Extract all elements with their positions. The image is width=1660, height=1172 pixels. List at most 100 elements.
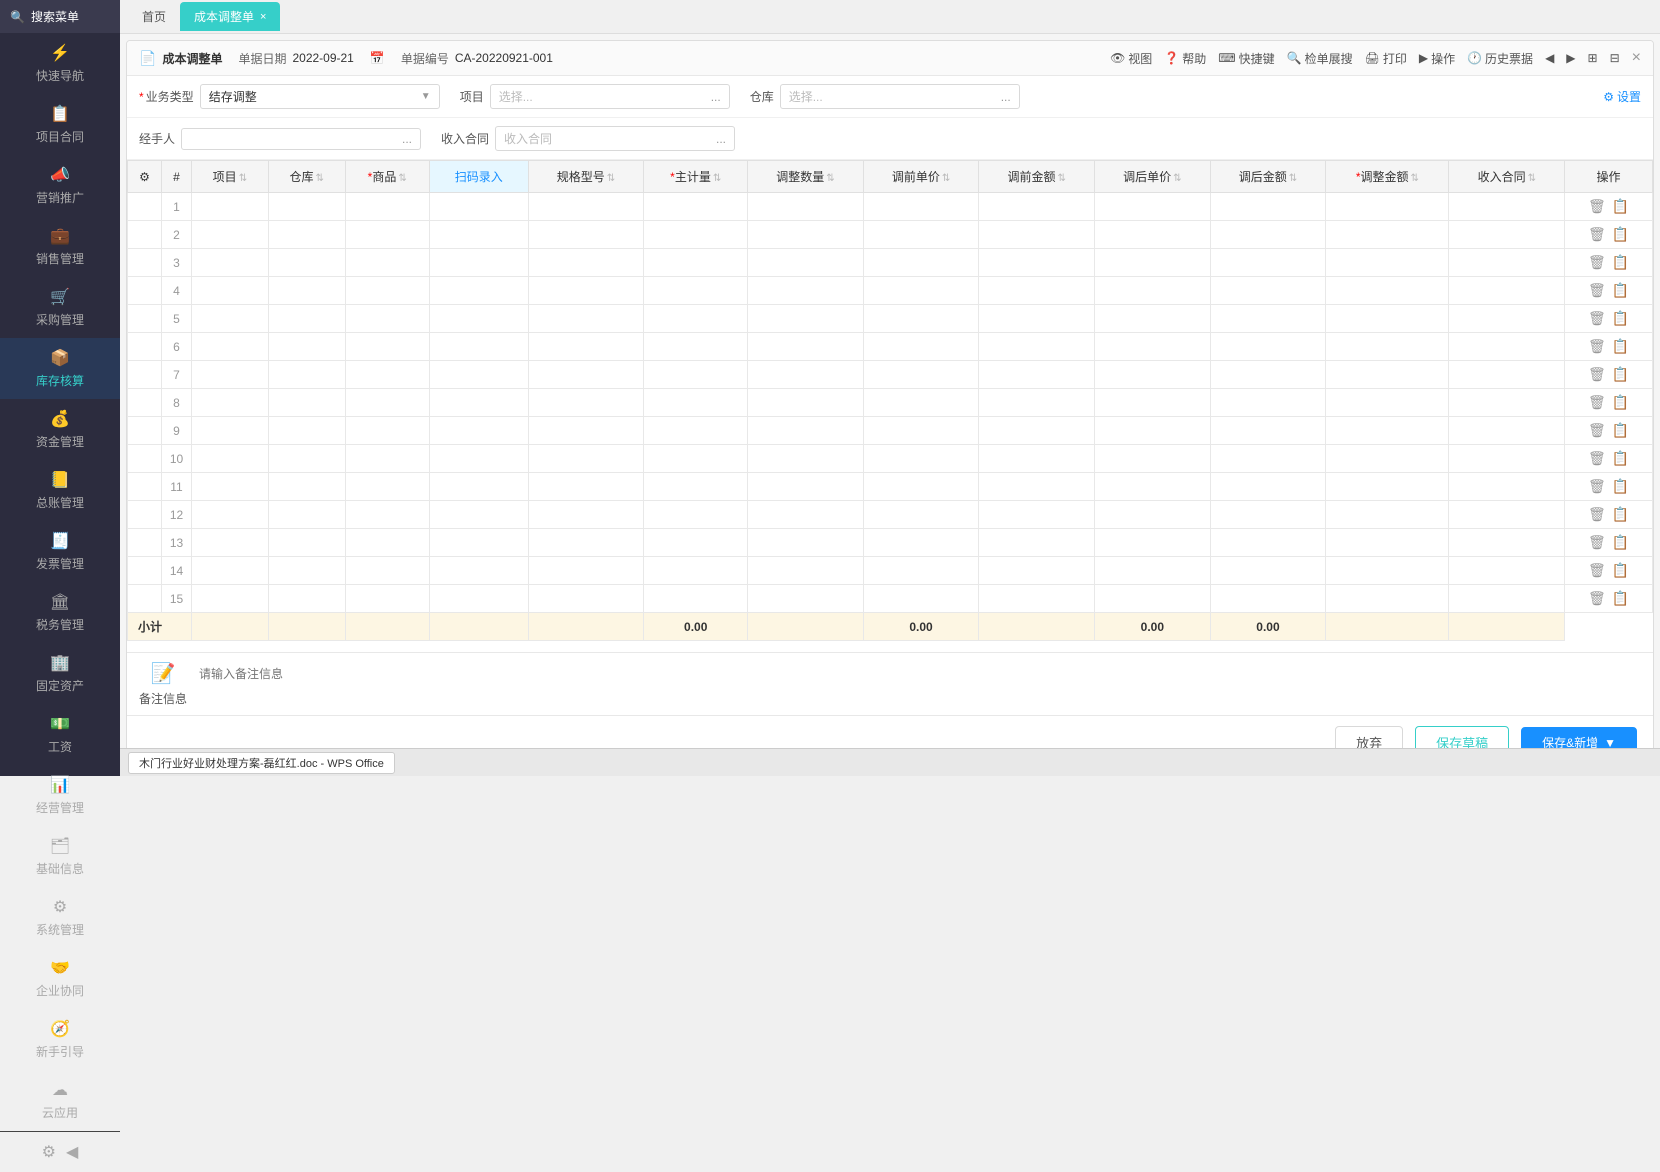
income-contract-input[interactable]: 收入合同 ... [495, 126, 735, 151]
table-cell[interactable] [429, 585, 528, 613]
table-cell[interactable] [979, 249, 1095, 277]
copy-icon[interactable]: 📋 [1612, 254, 1629, 271]
table-cell[interactable] [1210, 305, 1326, 333]
table-cell[interactable] [192, 501, 269, 529]
table-cell[interactable] [528, 221, 644, 249]
table-cell[interactable] [192, 557, 269, 585]
table-cell[interactable] [345, 361, 429, 389]
table-cell[interactable] [528, 501, 644, 529]
table-cell[interactable] [1210, 417, 1326, 445]
delete-icon[interactable]: 🗑 [1588, 562, 1606, 579]
table-cell[interactable] [863, 417, 979, 445]
table-cell[interactable] [979, 557, 1095, 585]
table-cell[interactable] [345, 417, 429, 445]
table-cell[interactable] [1095, 305, 1211, 333]
table-cell[interactable] [192, 529, 269, 557]
table-cell[interactable] [429, 193, 528, 221]
nav-prev[interactable]: ◀ [1545, 51, 1554, 65]
table-cell[interactable] [429, 305, 528, 333]
th-gear[interactable]: ⚙ [128, 161, 162, 193]
table-cell[interactable] [1095, 473, 1211, 501]
table-cell[interactable] [192, 193, 269, 221]
table-cell[interactable] [1095, 501, 1211, 529]
delete-icon[interactable]: 🗑 [1588, 450, 1606, 467]
th-project[interactable]: 项目⇅ [192, 161, 269, 193]
table-cell[interactable] [429, 557, 528, 585]
copy-icon[interactable]: 📋 [1612, 198, 1629, 215]
table-cell[interactable] [863, 333, 979, 361]
table-cell[interactable] [863, 361, 979, 389]
print-action[interactable]: 🖨 打印 [1365, 50, 1407, 67]
table-cell[interactable] [345, 221, 429, 249]
copy-icon[interactable]: 📋 [1612, 310, 1629, 327]
tab-close-button[interactable]: × [260, 11, 266, 23]
table-cell[interactable] [644, 333, 748, 361]
table-cell[interactable] [1095, 193, 1211, 221]
th-income-contract[interactable]: 收入合同⇅ [1449, 161, 1565, 193]
review-action[interactable]: 🔍 检单展搜 [1287, 50, 1353, 67]
copy-icon[interactable]: 📋 [1612, 590, 1629, 607]
th-adj-amount[interactable]: *调整金额⇅ [1326, 161, 1449, 193]
sidebar-item-salary[interactable]: 💵 工资 [0, 704, 120, 765]
table-cell[interactable] [345, 389, 429, 417]
settings-bottom-icon[interactable]: ⚙ [42, 1142, 56, 1162]
delete-icon[interactable]: 🗑 [1588, 310, 1606, 327]
delete-icon[interactable]: 🗑 [1588, 506, 1606, 523]
delete-icon[interactable]: 🗑 [1588, 282, 1606, 299]
delete-icon[interactable]: 🗑 [1588, 226, 1606, 243]
table-cell[interactable] [192, 445, 269, 473]
view-action[interactable]: 👁 视图 [1110, 50, 1152, 67]
table-cell[interactable] [528, 557, 644, 585]
copy-icon[interactable]: 📋 [1612, 226, 1629, 243]
table-cell[interactable] [748, 501, 864, 529]
delete-icon[interactable]: 🗑 [1588, 534, 1606, 551]
table-cell[interactable] [748, 221, 864, 249]
table-cell[interactable] [528, 361, 644, 389]
copy-icon[interactable]: 📋 [1612, 534, 1629, 551]
table-cell[interactable] [1095, 221, 1211, 249]
table-cell[interactable] [268, 389, 345, 417]
table-cell[interactable] [192, 249, 269, 277]
tab-home[interactable]: 首页 [128, 2, 180, 31]
help-action[interactable]: ❓ 帮助 [1164, 50, 1206, 67]
table-cell[interactable] [192, 585, 269, 613]
table-cell[interactable] [192, 417, 269, 445]
table-cell[interactable] [528, 249, 644, 277]
table-cell[interactable] [863, 473, 979, 501]
table-cell[interactable] [644, 305, 748, 333]
table-cell[interactable] [863, 529, 979, 557]
table-cell[interactable] [429, 333, 528, 361]
copy-icon[interactable]: 📋 [1612, 422, 1629, 439]
table-cell[interactable] [979, 417, 1095, 445]
table-cell[interactable] [863, 221, 979, 249]
table-cell[interactable] [429, 473, 528, 501]
table-cell[interactable] [528, 305, 644, 333]
table-cell[interactable] [268, 501, 345, 529]
table-cell[interactable] [1210, 557, 1326, 585]
grid-view-icon[interactable]: ⊞ [1588, 51, 1598, 65]
sidebar-item-ledger-mgmt[interactable]: 📒 总账管理 [0, 460, 120, 521]
table-cell[interactable] [979, 529, 1095, 557]
table-cell[interactable] [979, 473, 1095, 501]
list-view-icon[interactable]: ⊟ [1610, 51, 1620, 65]
table-cell[interactable] [644, 529, 748, 557]
table-cell[interactable] [345, 305, 429, 333]
table-cell[interactable] [429, 221, 528, 249]
table-cell[interactable] [345, 529, 429, 557]
sidebar-item-enterprise[interactable]: 🤝 企业协同 [0, 948, 120, 1009]
table-cell[interactable] [748, 585, 864, 613]
table-cell[interactable] [1095, 445, 1211, 473]
table-cell[interactable] [1095, 361, 1211, 389]
table-cell[interactable] [979, 305, 1095, 333]
table-cell[interactable] [192, 389, 269, 417]
sidebar-item-sales-mgmt[interactable]: 💼 销售管理 [0, 216, 120, 277]
table-cell[interactable] [429, 361, 528, 389]
settings-button[interactable]: ⚙ 设置 [1603, 88, 1641, 105]
table-cell[interactable] [192, 361, 269, 389]
table-cell[interactable] [979, 361, 1095, 389]
table-cell[interactable] [979, 277, 1095, 305]
table-cell[interactable] [748, 389, 864, 417]
biz-type-select[interactable]: 结存调整 ▼ [200, 84, 440, 109]
table-cell[interactable] [1210, 333, 1326, 361]
table-cell[interactable] [1095, 529, 1211, 557]
